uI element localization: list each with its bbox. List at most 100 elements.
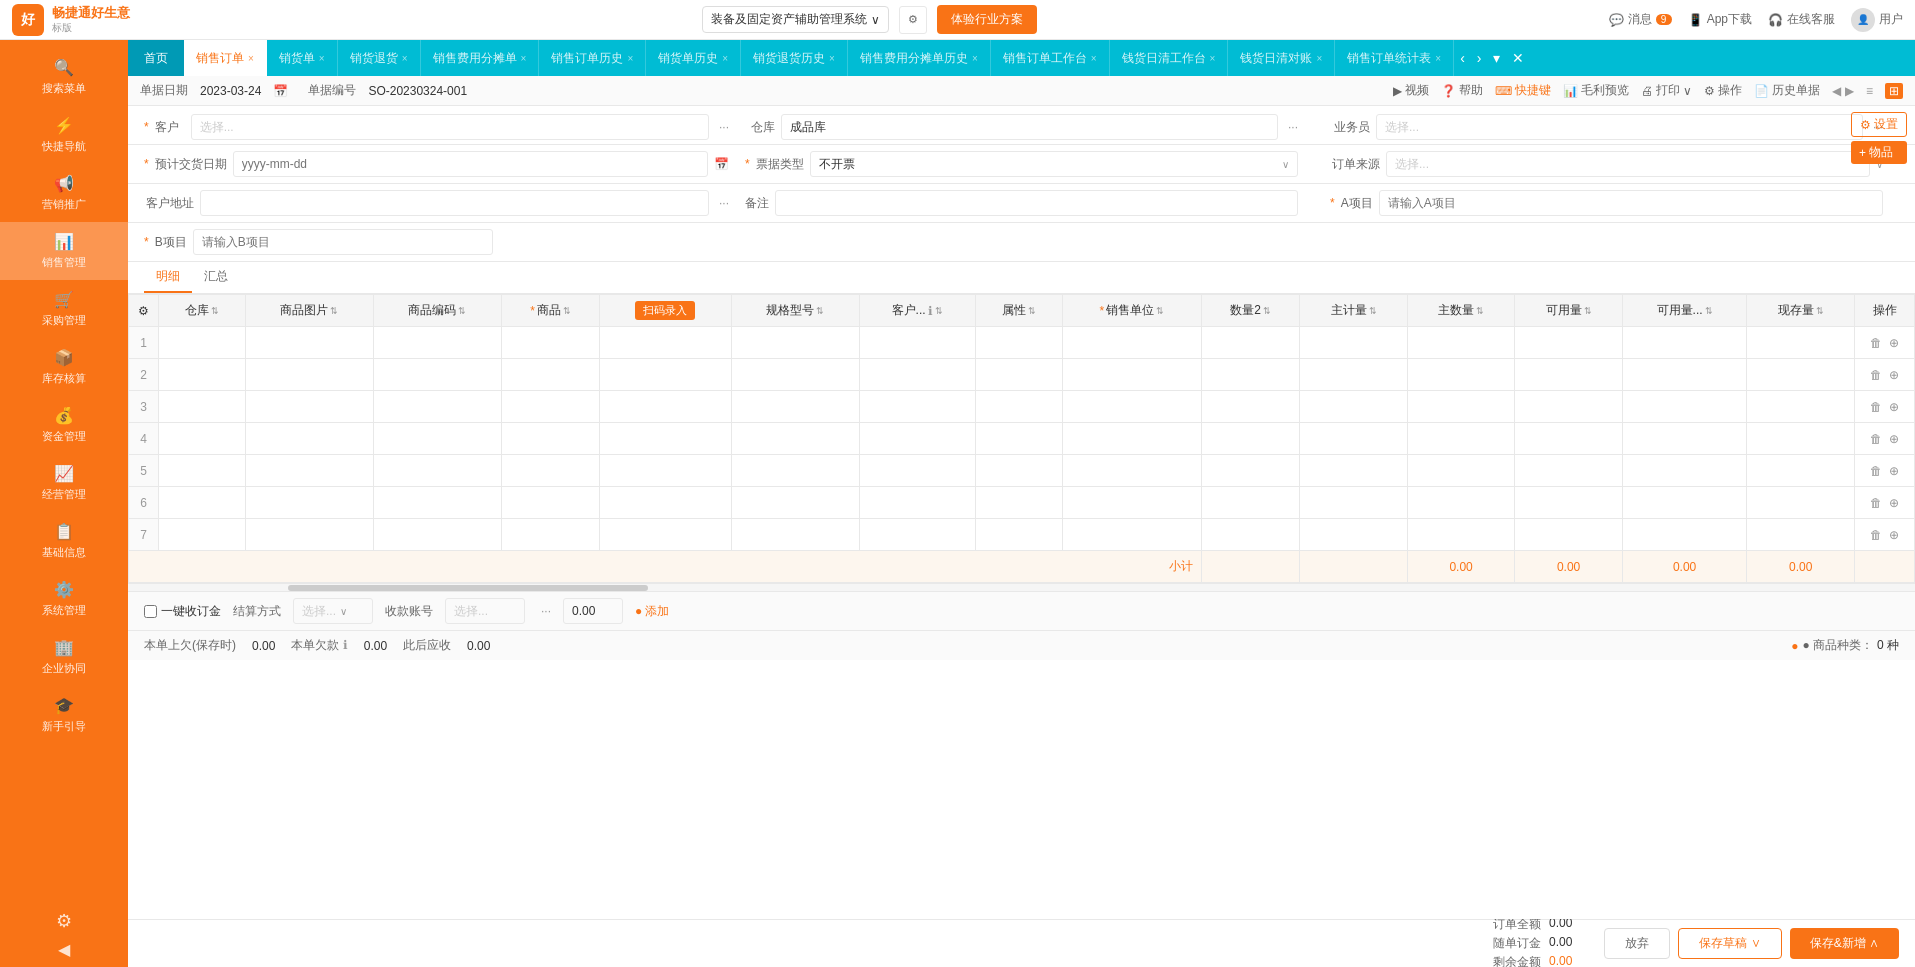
tab-sales-order[interactable]: 销售订单 ×	[184, 40, 267, 76]
sidebar-collapse-button[interactable]: ◀	[58, 940, 70, 959]
table-settings-icon[interactable]: ⚙	[138, 304, 149, 318]
view-video-button[interactable]: ▶ 视频	[1393, 82, 1429, 99]
tab-sales-history[interactable]: 销货单历史 ×	[646, 40, 741, 76]
tab-prev-button[interactable]: ‹	[1454, 50, 1471, 66]
row-copy-icon[interactable]: ⊕	[1889, 368, 1899, 382]
tab-sales-return[interactable]: 销货单 ×	[267, 40, 338, 76]
sidebar-item-inventory[interactable]: 📦 库存核算	[0, 338, 128, 396]
close-tab-return-goods[interactable]: ×	[402, 53, 408, 64]
row-delete-icon[interactable]: 🗑	[1870, 432, 1882, 446]
help-button[interactable]: ❓ 帮助	[1441, 82, 1483, 99]
payment-amount-input[interactable]: 0.00	[563, 598, 623, 624]
remarks-input[interactable]	[775, 190, 1298, 216]
one-key-deposit-checkbox[interactable]: 一键收订金	[144, 603, 221, 620]
sort-attr-icon[interactable]: ⇅	[1028, 306, 1036, 316]
profit-preview-button[interactable]: 📊 毛利预览	[1563, 82, 1629, 99]
sort-cust-icon[interactable]: ⇅	[935, 306, 943, 316]
close-tab-sales-cost[interactable]: ×	[521, 53, 527, 64]
message-icon-item[interactable]: 💬 消息 9	[1609, 11, 1672, 28]
save-new-button[interactable]: 保存&新增 ∧	[1790, 928, 1899, 959]
sidebar-item-quick-nav[interactable]: ⚡ 快捷导航	[0, 106, 128, 164]
delivery-calendar-icon[interactable]: 📅	[714, 157, 729, 171]
tab-sales-stat[interactable]: 销售订单统计表 ×	[1335, 40, 1454, 76]
customer-address-input[interactable]	[200, 190, 709, 216]
address-more-button[interactable]: ···	[719, 196, 729, 210]
save-draft-button[interactable]: 保存草稿 ∨	[1678, 928, 1781, 959]
tab-cost-history[interactable]: 销售费用分摊单历史 ×	[848, 40, 991, 76]
tab-more-button[interactable]: ▾	[1487, 50, 1506, 66]
tab-home[interactable]: 首页	[128, 40, 184, 76]
receipt-account-select[interactable]: 选择...	[445, 598, 525, 624]
user-item[interactable]: 👤 用户	[1851, 8, 1903, 32]
b-project-input[interactable]	[193, 229, 493, 255]
scan-input-button[interactable]: 扫码录入	[635, 301, 695, 320]
settlement-select[interactable]: 选择... ∨	[293, 598, 373, 624]
prev-record-button[interactable]: ◀	[1832, 84, 1841, 98]
row-delete-icon[interactable]: 🗑	[1870, 400, 1882, 414]
sort-code-icon[interactable]: ⇅	[458, 306, 466, 316]
close-tab-sales-order-history[interactable]: ×	[627, 53, 633, 64]
industry-solution-button[interactable]: 体验行业方案	[937, 5, 1037, 34]
sidebar-item-system[interactable]: ⚙️ 系统管理	[0, 570, 128, 628]
close-tab-sales-stat[interactable]: ×	[1435, 53, 1441, 64]
close-tab-sales-history[interactable]: ×	[722, 53, 728, 64]
sidebar-item-purchase[interactable]: 🛒 采购管理	[0, 280, 128, 338]
row-copy-icon[interactable]: ⊕	[1889, 464, 1899, 478]
shortcut-button[interactable]: ⌨ 快捷键	[1495, 82, 1551, 99]
row-copy-icon[interactable]: ⊕	[1889, 432, 1899, 446]
sort-name-icon[interactable]: ⇅	[563, 306, 571, 316]
row-copy-icon[interactable]: ⊕	[1889, 400, 1899, 414]
tab-detail[interactable]: 明细	[144, 262, 192, 293]
sidebar-item-guide[interactable]: 🎓 新手引导	[0, 686, 128, 744]
close-tab-sales-return[interactable]: ×	[319, 53, 325, 64]
order-source-input[interactable]: 选择...	[1386, 151, 1870, 177]
sidebar-item-marketing[interactable]: 📢 营销推广	[0, 164, 128, 222]
row-delete-icon[interactable]: 🗑	[1870, 368, 1882, 382]
calendar-icon[interactable]: 📅	[273, 84, 288, 98]
close-tab-cash-daily[interactable]: ×	[1210, 53, 1216, 64]
warehouse-more-button[interactable]: ···	[1288, 120, 1298, 134]
row-copy-icon[interactable]: ⊕	[1889, 496, 1899, 510]
close-tab-return-history[interactable]: ×	[829, 53, 835, 64]
scrollbar-thumb[interactable]	[288, 585, 648, 591]
sidebar-bottom-settings[interactable]: ⚙	[56, 910, 72, 932]
operations-button[interactable]: ⚙ 操作	[1704, 82, 1742, 99]
col-settings[interactable]: ⚙	[129, 295, 159, 327]
sort-main-qty-icon[interactable]: ⇅	[1476, 306, 1484, 316]
add-item-button[interactable]: + 物品	[1851, 141, 1907, 164]
close-tab-sales-order[interactable]: ×	[248, 53, 254, 64]
tab-return-history[interactable]: 销货退货历史 ×	[741, 40, 848, 76]
tab-close-all-button[interactable]: ✕	[1506, 50, 1530, 66]
row-delete-icon[interactable]: 🗑	[1870, 464, 1882, 478]
settings-button[interactable]: ⚙ 设置	[1851, 112, 1907, 137]
receipt-more-button[interactable]: ···	[541, 604, 551, 618]
sidebar-item-basic-info[interactable]: 📋 基础信息	[0, 512, 128, 570]
tab-workbench[interactable]: 销售订单工作台 ×	[991, 40, 1110, 76]
sort-qty2-icon[interactable]: ⇅	[1263, 306, 1271, 316]
invoice-type-select[interactable]: 不开票 ∨	[810, 151, 1298, 177]
warehouse-input[interactable]: 成品库	[781, 114, 1278, 140]
staff-input[interactable]: 选择...	[1376, 114, 1863, 140]
print-button[interactable]: 🖨 打印 ∨	[1641, 82, 1692, 99]
tab-sales-cost[interactable]: 销售费用分摊单 ×	[421, 40, 540, 76]
system-selector[interactable]: 装备及固定资产辅助管理系统 ∨	[702, 6, 889, 33]
sort-current-icon[interactable]: ⇅	[1816, 306, 1824, 316]
list-view-button[interactable]: ≡	[1866, 84, 1873, 98]
tab-sales-order-history[interactable]: 销售订单历史 ×	[539, 40, 646, 76]
row-copy-icon[interactable]: ⊕	[1889, 336, 1899, 350]
sort-avail-more-icon[interactable]: ⇅	[1705, 306, 1713, 316]
tab-cash-daily[interactable]: 钱货日清工作台 ×	[1110, 40, 1229, 76]
app-download-item[interactable]: 📱 App下载	[1688, 11, 1752, 28]
horizontal-scrollbar[interactable]	[128, 583, 1915, 591]
discard-button[interactable]: 放弃	[1604, 928, 1670, 959]
close-tab-workbench[interactable]: ×	[1091, 53, 1097, 64]
add-payment-button[interactable]: ● 添加	[635, 603, 669, 620]
sidebar-item-sales[interactable]: 📊 销售管理	[0, 222, 128, 280]
delivery-date-input[interactable]	[233, 151, 708, 177]
sort-spec-icon[interactable]: ⇅	[816, 306, 824, 316]
sort-img-icon[interactable]: ⇅	[330, 306, 338, 316]
customer-more-button[interactable]: ···	[719, 120, 729, 134]
close-tab-cost-history[interactable]: ×	[972, 53, 978, 64]
form-view-button[interactable]: ⊞	[1885, 83, 1903, 99]
sort-avail-icon[interactable]: ⇅	[1584, 306, 1592, 316]
